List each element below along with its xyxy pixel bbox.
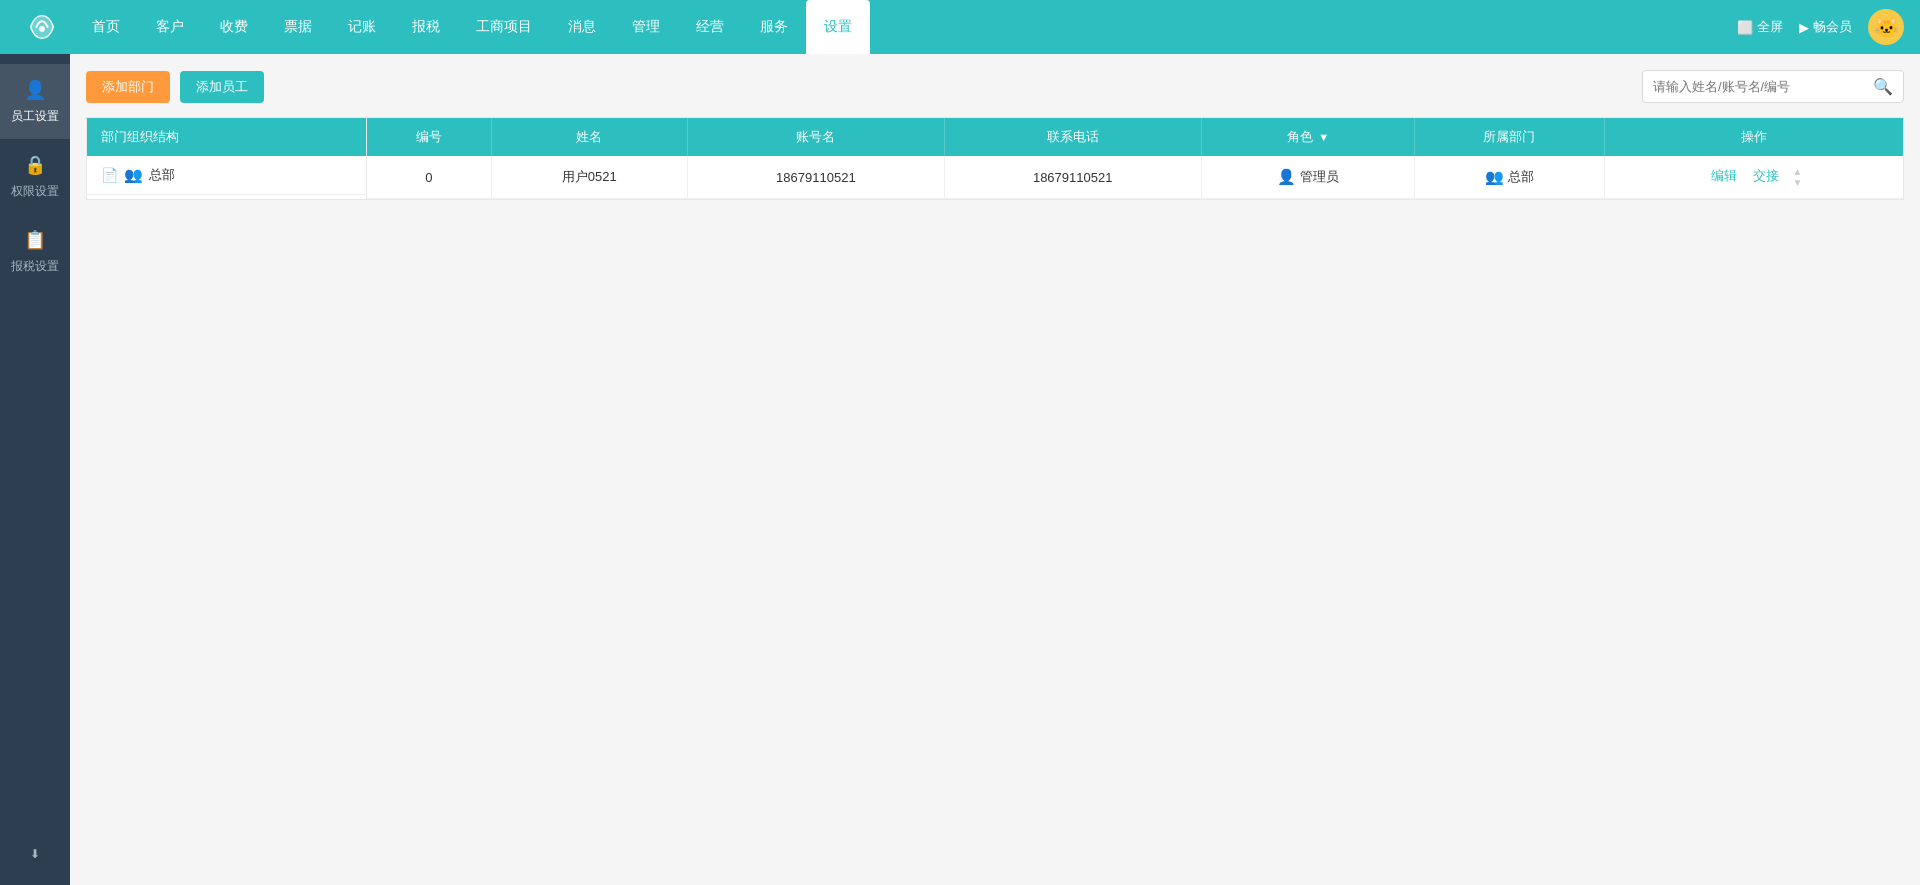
cell-phone: 18679110521 [944,156,1201,199]
dept-name: 总部 [149,166,175,184]
col-dept: 所属部门 [1415,118,1604,156]
employee-icon: 👤 [23,78,47,102]
nav-business[interactable]: 工商项目 [458,0,550,54]
file-icon: 📄 [101,167,118,183]
play-icon: ▶ [1799,20,1809,35]
role-user-icon: 👤 [1277,168,1296,186]
cell-role: 👤 管理员 [1201,156,1415,199]
lock-icon: 🔒 [23,153,47,177]
nav-operation[interactable]: 经营 [678,0,742,54]
nav-customer[interactable]: 客户 [138,0,202,54]
col-account: 账号名 [687,118,944,156]
fullscreen-label: 全屏 [1757,18,1783,36]
search-button[interactable]: 🔍 [1863,71,1903,102]
col-role[interactable]: 角色 ▼ [1201,118,1415,156]
sidebar-download-button[interactable]: ⬇ [0,833,70,875]
nav-service[interactable]: 服务 [742,0,806,54]
nav-items: 首页 客户 收费 票据 记账 报税 工商项目 消息 管理 经营 服务 设置 [74,0,1737,54]
cell-name: 用户0521 [491,156,687,199]
sidebar-item-permission[interactable]: 🔒 权限设置 [0,139,70,214]
table-header-row: 编号 姓名 账号名 联系电话 角色 ▼ 所属部门 操作 [367,118,1903,156]
fullscreen-icon: ⬜ [1737,20,1753,35]
dept-cell-icon: 👥 [1485,168,1504,186]
col-role-label: 角色 [1287,129,1313,144]
nav-invoice[interactable]: 票据 [266,0,330,54]
tax-settings-icon: 📋 [23,228,47,252]
col-phone: 联系电话 [944,118,1201,156]
add-emp-button[interactable]: 添加员工 [180,71,264,103]
cell-actions: 编辑 交接 ▲ ▼ [1604,156,1903,199]
nav-settings[interactable]: 设置 [806,0,870,54]
sidebar-label-permission: 权限设置 [11,183,59,200]
nav-accounting[interactable]: 记账 [330,0,394,54]
cell-dept: 👥 总部 [1415,156,1604,199]
col-name: 姓名 [491,118,687,156]
employee-table: 编号 姓名 账号名 联系电话 角色 ▼ 所属部门 操作 [367,118,1903,199]
avatar[interactable]: 🐱 [1868,9,1904,45]
dept-tree: 部门组织结构 📄 👥 总部 [87,118,367,199]
dept-cell-name: 总部 [1508,168,1534,186]
cell-account: 18679110521 [687,156,944,199]
table-area: 部门组织结构 📄 👥 总部 编号 姓名 账号名 联系电话 [86,117,1904,200]
dept-tree-item-root[interactable]: 📄 👥 总部 [87,156,366,195]
member-label: 畅会员 [1813,18,1852,36]
search-wrap: 🔍 [1642,70,1904,103]
up-arrow-icon: ▲ [1792,166,1802,177]
nav-tax[interactable]: 报税 [394,0,458,54]
search-input[interactable] [1643,73,1863,100]
logo [10,0,74,54]
nav-right: ⬜ 全屏 ▶ 畅会员 🐱 [1737,9,1920,45]
sidebar-item-tax-settings[interactable]: 📋 报税设置 [0,214,70,289]
col-action: 操作 [1604,118,1903,156]
nav-fee[interactable]: 收费 [202,0,266,54]
cell-id: 0 [367,156,491,199]
member-button[interactable]: ▶ 畅会员 [1799,18,1852,36]
sidebar-label-tax-settings: 报税设置 [11,258,59,275]
toolbar: 添加部门 添加员工 🔍 [86,70,1904,103]
content-area: 添加部门 添加员工 🔍 部门组织结构 📄 👥 总部 [70,54,1920,885]
col-id: 编号 [367,118,491,156]
sidebar: 👤 员工设置 🔒 权限设置 📋 报税设置 ⬇ [0,54,70,885]
dept-tree-header: 部门组织结构 [87,118,366,156]
add-dept-button[interactable]: 添加部门 [86,71,170,103]
nav-home[interactable]: 首页 [74,0,138,54]
edit-button[interactable]: 编辑 [1711,168,1737,183]
filter-icon: ▼ [1318,131,1329,143]
table-row: 0 用户0521 18679110521 18679110521 👤 管理员 [367,156,1903,199]
sidebar-label-employee: 员工设置 [11,108,59,125]
sidebar-bottom: ⬇ [0,833,70,875]
main-layout: 👤 员工设置 🔒 权限设置 📋 报税设置 ⬇ 添加部门 添加员工 🔍 [0,54,1920,885]
sidebar-item-employee[interactable]: 👤 员工设置 [0,64,70,139]
role-name: 管理员 [1300,168,1339,186]
fullscreen-button[interactable]: ⬜ 全屏 [1737,18,1783,36]
transfer-button[interactable]: 交接 [1753,168,1779,183]
nav-manage[interactable]: 管理 [614,0,678,54]
dept-user-icon: 👥 [124,166,143,184]
download-icon: ⬇ [30,847,40,861]
row-scroll-arrows: ▲ ▼ [1792,166,1802,188]
svg-point-0 [39,26,45,32]
down-arrow-icon: ▼ [1792,177,1802,188]
nav-message[interactable]: 消息 [550,0,614,54]
top-nav: 首页 客户 收费 票据 记账 报税 工商项目 消息 管理 经营 服务 设置 ⬜ … [0,0,1920,54]
